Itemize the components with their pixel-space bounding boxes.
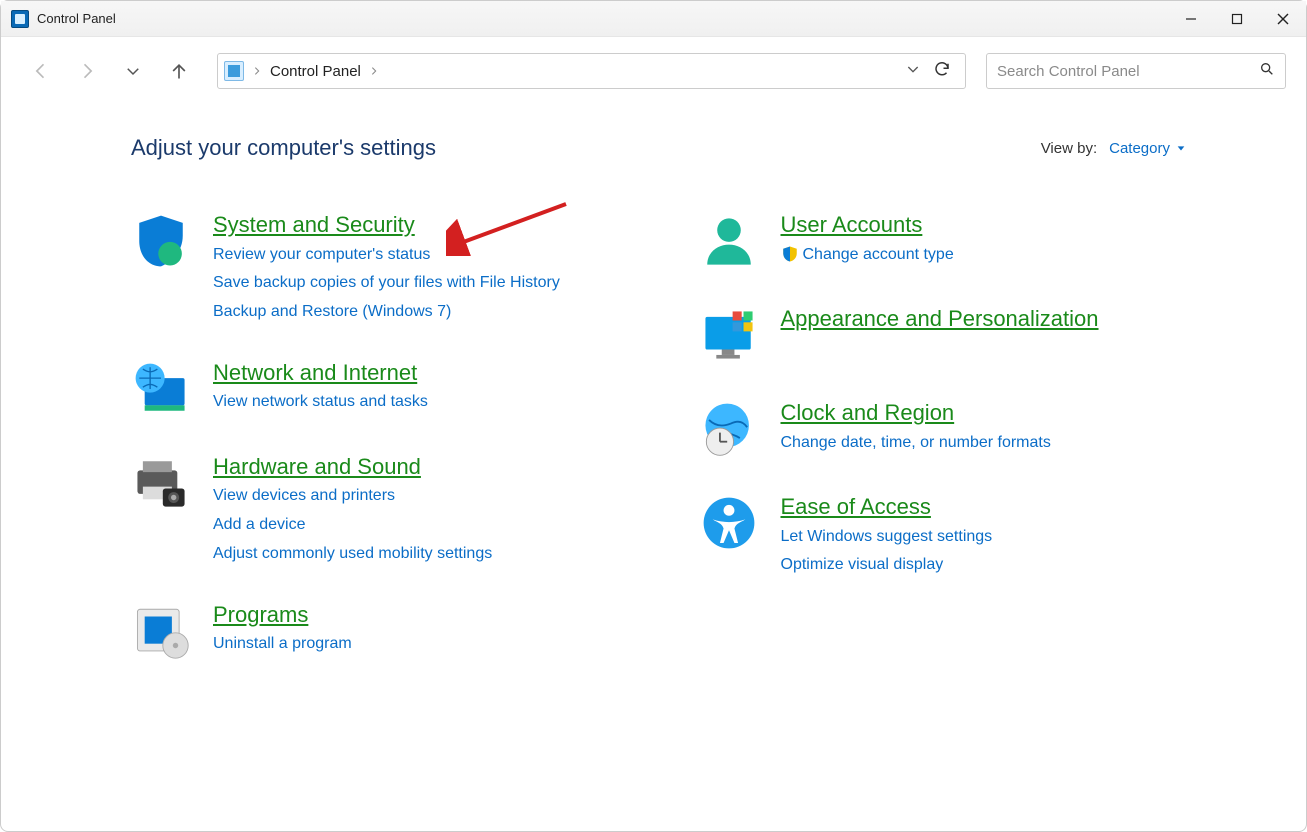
category-ease-of-access: Ease of Access Let Windows suggest setti… <box>699 493 1187 578</box>
category-title[interactable]: Clock and Region <box>781 399 1051 427</box>
category-title[interactable]: Appearance and Personalization <box>781 305 1099 333</box>
category-link[interactable]: View devices and printers <box>213 484 492 509</box>
category-link[interactable]: Review your computer's status <box>213 243 560 268</box>
category-title[interactable]: System and Security <box>213 211 560 239</box>
shield-icon <box>131 211 191 271</box>
breadcrumb-separator-icon <box>252 63 262 80</box>
breadcrumb-separator-icon <box>369 63 379 80</box>
search-box[interactable] <box>986 53 1286 89</box>
forward-button[interactable] <box>67 51 107 91</box>
view-by-label: View by: <box>1041 140 1097 157</box>
category-programs: Programs Uninstall a program <box>131 601 619 661</box>
search-input[interactable] <box>997 63 1259 80</box>
category-column-left: System and Security Review your computer… <box>131 211 619 661</box>
refresh-button[interactable] <box>933 60 951 82</box>
category-link[interactable]: Optimize visual display <box>781 553 993 578</box>
category-link[interactable]: Uninstall a program <box>213 632 352 657</box>
globe-monitor-icon <box>131 359 191 419</box>
category-link[interactable]: Add a device <box>213 513 492 538</box>
category-title[interactable]: Network and Internet <box>213 359 428 387</box>
category-hardware-sound: Hardware and Sound View devices and prin… <box>131 453 619 567</box>
user-icon <box>699 211 759 271</box>
control-panel-icon <box>11 10 29 28</box>
category-network-internet: Network and Internet View network status… <box>131 359 619 419</box>
maximize-button[interactable] <box>1214 1 1260 37</box>
category-title[interactable]: Ease of Access <box>781 493 993 521</box>
window-title: Control Panel <box>37 11 116 26</box>
category-column-right: User Accounts Change account type Appear… <box>699 211 1187 661</box>
category-clock-region: Clock and Region Change date, time, or n… <box>699 399 1187 459</box>
category-system-security: System and Security Review your computer… <box>131 211 619 325</box>
category-user-accounts: User Accounts Change account type <box>699 211 1187 271</box>
printer-camera-icon <box>131 453 191 513</box>
close-button[interactable] <box>1260 1 1306 37</box>
content-area: Adjust your computer's settings View by:… <box>1 105 1306 691</box>
view-by-value[interactable]: Category <box>1109 140 1186 157</box>
back-button[interactable] <box>21 51 61 91</box>
programs-icon <box>131 601 191 661</box>
view-by-control[interactable]: View by: Category <box>1041 140 1186 157</box>
toolbar: Control Panel <box>1 37 1306 105</box>
category-title[interactable]: Hardware and Sound <box>213 453 492 481</box>
category-link[interactable]: View network status and tasks <box>213 390 428 415</box>
title-bar: Control Panel <box>1 1 1306 37</box>
breadcrumb-root[interactable]: Control Panel <box>270 63 361 80</box>
search-icon <box>1259 61 1275 82</box>
recent-button[interactable] <box>113 51 153 91</box>
monitor-tiles-icon <box>699 305 759 365</box>
globe-clock-icon <box>699 399 759 459</box>
uac-shield-icon <box>781 245 799 263</box>
category-link[interactable]: Change account type <box>781 243 954 268</box>
category-link[interactable]: Change date, time, or number formats <box>781 431 1051 456</box>
category-link[interactable]: Backup and Restore (Windows 7) <box>213 300 560 325</box>
up-button[interactable] <box>159 51 199 91</box>
accessibility-icon <box>699 493 759 553</box>
category-title[interactable]: Programs <box>213 601 352 629</box>
category-link[interactable]: Let Windows suggest settings <box>781 525 993 550</box>
category-title[interactable]: User Accounts <box>781 211 954 239</box>
category-appearance-personalization: Appearance and Personalization <box>699 305 1187 365</box>
category-link[interactable]: Adjust commonly used mobility settings <box>213 542 492 567</box>
page-heading: Adjust your computer's settings <box>131 135 436 161</box>
category-link[interactable]: Save backup copies of your files with Fi… <box>213 271 560 296</box>
address-control-panel-icon <box>224 61 244 81</box>
address-bar[interactable]: Control Panel <box>217 53 966 89</box>
history-dropdown-button[interactable] <box>905 61 921 81</box>
minimize-button[interactable] <box>1168 1 1214 37</box>
